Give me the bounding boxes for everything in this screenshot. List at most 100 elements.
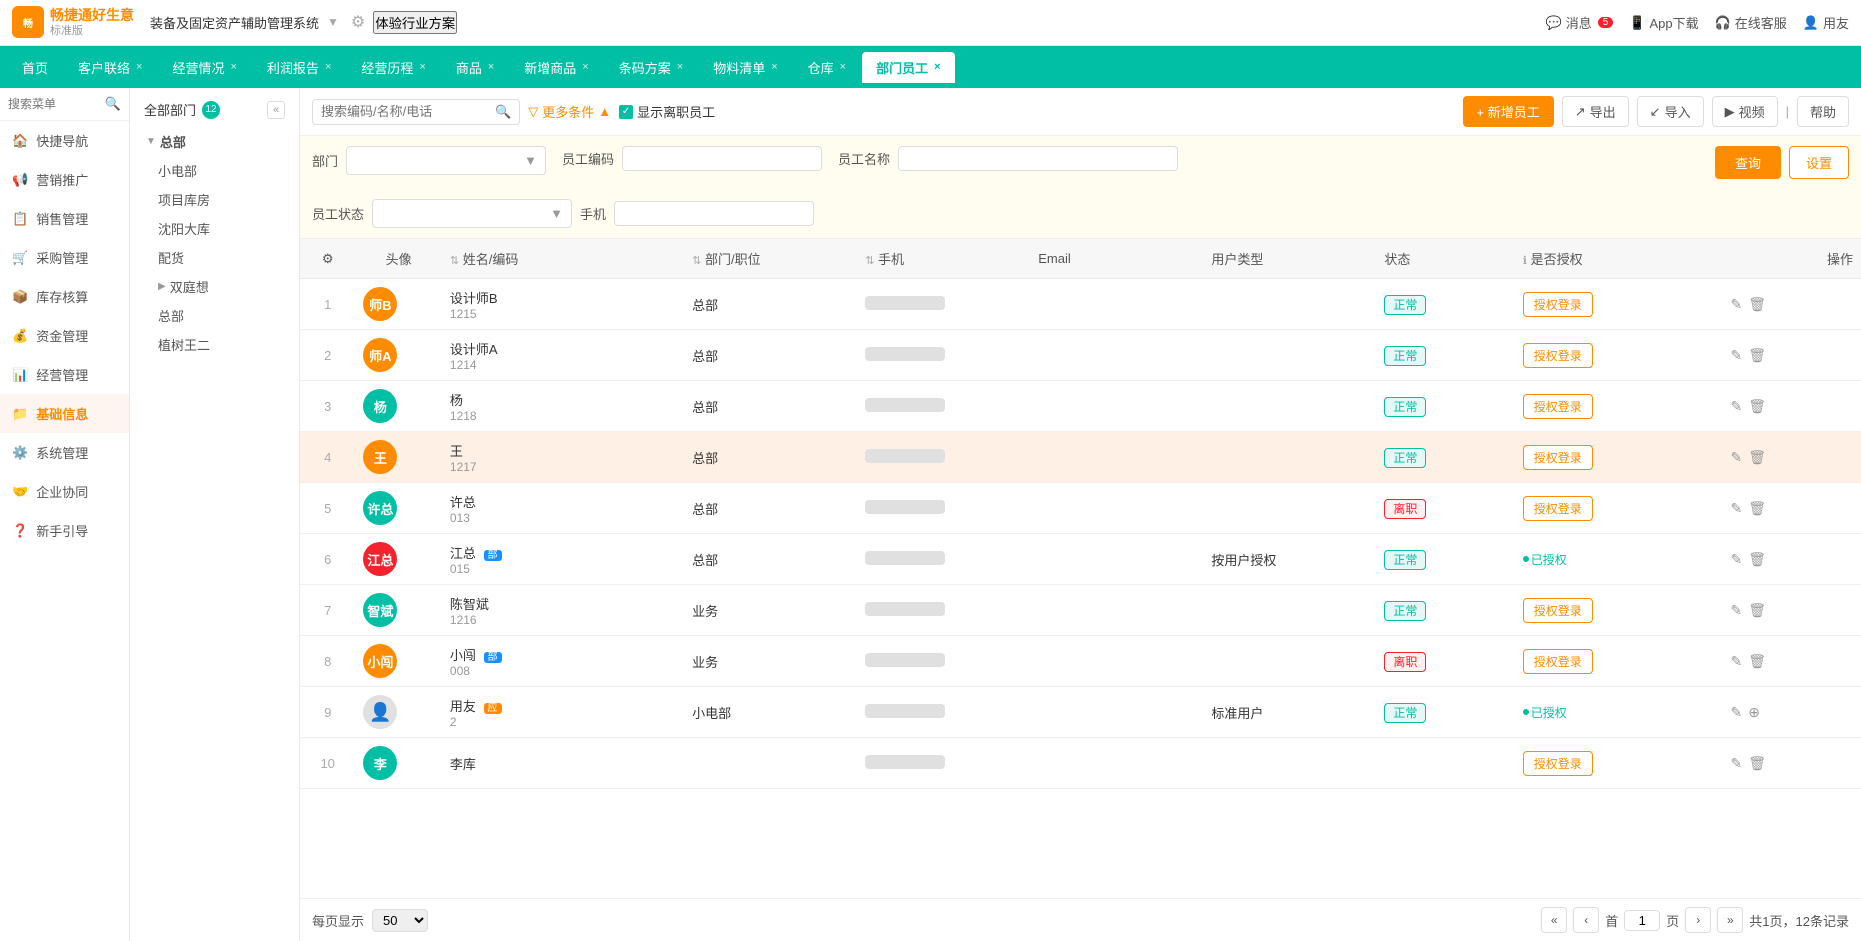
tab-employees[interactable]: 部门员工× (862, 52, 954, 83)
tab-goods-close[interactable]: × (488, 61, 494, 73)
filter-phone-input[interactable] (614, 201, 814, 226)
page-input[interactable] (1624, 910, 1660, 931)
tree-item-zongbu[interactable]: ▼ 总部 (138, 127, 291, 156)
first-page-btn[interactable]: « (1541, 907, 1567, 933)
tab-home[interactable]: 首页 (8, 52, 62, 83)
row7-auth-btn[interactable]: 授权登录 (1523, 598, 1593, 623)
row5-edit-icon[interactable]: ✎ (1730, 500, 1742, 517)
view-btn[interactable]: ▶ 视频 (1712, 96, 1778, 127)
row10-delete-icon[interactable]: 🗑 (1748, 755, 1766, 772)
row6-delete-icon[interactable]: 🗑 (1748, 551, 1766, 568)
row10-auth-btn[interactable]: 授权登录 (1523, 751, 1593, 776)
row4-delete-icon[interactable]: 🗑 (1748, 449, 1766, 466)
tree-item-shenyang[interactable]: 沈阳大库 (138, 214, 291, 243)
help-btn[interactable]: 帮助 (1797, 96, 1849, 127)
row5-delete-icon[interactable]: 🗑 (1748, 500, 1766, 517)
tab-profit[interactable]: 利润报告× (253, 52, 345, 83)
sidebar-item-management[interactable]: 📊 经营管理 (0, 355, 129, 394)
row4-edit-icon[interactable]: ✎ (1730, 449, 1742, 466)
search-input[interactable] (321, 104, 491, 119)
export-btn[interactable]: ↗ 导出 (1562, 96, 1629, 127)
row1-edit-icon[interactable]: ✎ (1730, 296, 1742, 313)
tree-item-peihuo[interactable]: 配货 (138, 243, 291, 272)
tree-collapse-btn[interactable]: « (267, 101, 285, 119)
message-btn[interactable]: 💬 消息 5 (1546, 13, 1614, 32)
sidebar-item-finance[interactable]: 💰 资金管理 (0, 316, 129, 355)
row7-delete-icon[interactable]: 🗑 (1748, 602, 1766, 619)
tab-warehouse-close[interactable]: × (840, 61, 846, 73)
tab-profit-close[interactable]: × (325, 61, 331, 73)
tab-bom-close[interactable]: × (771, 61, 777, 73)
set-btn[interactable]: 设置 (1789, 146, 1849, 179)
row3-edit-icon[interactable]: ✎ (1730, 398, 1742, 415)
sidebar-item-nav[interactable]: 🏠 快捷导航 (0, 121, 129, 160)
online-service-btn[interactable]: 🎧 在线客服 (1715, 13, 1787, 32)
tree-item-zongbu2[interactable]: 总部 (138, 301, 291, 330)
sidebar-item-collab[interactable]: 🤝 企业协同 (0, 472, 129, 511)
tab-operation-close[interactable]: × (230, 61, 236, 73)
sidebar-search-input[interactable] (8, 97, 105, 111)
more-filters-btn[interactable]: ▽ 更多条件 ▲ (528, 102, 611, 121)
search-icon[interactable]: 🔍 (495, 104, 511, 120)
tab-add-goods-close[interactable]: × (582, 61, 588, 73)
next-page-btn[interactable]: › (1685, 907, 1711, 933)
tab-history-close[interactable]: × (419, 61, 425, 73)
sidebar-item-basic[interactable]: 📁 基础信息 (0, 394, 129, 433)
filter-empname-input[interactable] (898, 146, 1178, 171)
row3-delete-icon[interactable]: 🗑 (1748, 398, 1766, 415)
sidebar-item-purchase[interactable]: 🛒 采购管理 (0, 238, 129, 277)
row1-delete-icon[interactable]: 🗑 (1748, 296, 1766, 313)
import-btn[interactable]: ↙ 导入 (1637, 96, 1704, 127)
filter-dept-select[interactable]: ▼ (346, 146, 546, 175)
tab-employees-close[interactable]: × (934, 61, 940, 73)
row8-edit-icon[interactable]: ✎ (1730, 653, 1742, 670)
row4-auth-btn[interactable]: 授权登录 (1523, 445, 1593, 470)
prev-page-btn[interactable]: ‹ (1573, 907, 1599, 933)
filter-empcode-input[interactable] (622, 146, 822, 171)
sidebar-item-system[interactable]: ⚙️ 系统管理 (0, 433, 129, 472)
row9-edit-icon[interactable]: ✎ (1730, 704, 1742, 721)
tab-barcode-close[interactable]: × (677, 61, 683, 73)
tab-history[interactable]: 经营历程× (347, 52, 439, 83)
col-phone[interactable]: ⇅ 手机 (857, 239, 1030, 279)
system-dropdown-icon[interactable]: ▼ (327, 15, 339, 29)
row3-auth-btn[interactable]: 授权登录 (1523, 394, 1593, 419)
last-page-btn[interactable]: » (1717, 907, 1743, 933)
tree-item-xiaodibu[interactable]: 小电部 (138, 156, 291, 185)
row2-auth-btn[interactable]: 授权登录 (1523, 343, 1593, 368)
tab-add-goods[interactable]: 新增商品× (510, 52, 602, 83)
add-employee-btn[interactable]: + 新增员工 (1463, 96, 1554, 127)
row1-auth-btn[interactable]: 授权登录 (1523, 292, 1593, 317)
row2-delete-icon[interactable]: 🗑 (1748, 347, 1766, 364)
settings-col-icon[interactable]: ⚙ (322, 251, 334, 266)
col-dept[interactable]: ⇅ 部门/职位 (684, 239, 857, 279)
row6-edit-icon[interactable]: ✎ (1730, 551, 1742, 568)
sidebar-item-marketing[interactable]: 📢 营销推广 (0, 160, 129, 199)
tree-item-zhishu[interactable]: 植树王二 (138, 330, 291, 359)
sidebar-item-sales[interactable]: 📋 销售管理 (0, 199, 129, 238)
sidebar-item-inventory[interactable]: 📦 库存核算 (0, 277, 129, 316)
filter-empstatus-select[interactable]: ▼ (372, 199, 572, 228)
col-name[interactable]: ⇅ 姓名/编码 (442, 239, 684, 279)
tab-barcode[interactable]: 条码方案× (605, 52, 697, 83)
settings-icon[interactable]: ⚙ (351, 12, 365, 32)
sidebar-item-guide[interactable]: ❓ 新手引导 (0, 511, 129, 550)
per-page-select[interactable]: 50 100 200 (372, 909, 428, 932)
row7-edit-icon[interactable]: ✎ (1730, 602, 1742, 619)
tab-bom[interactable]: 物料清单× (699, 52, 791, 83)
tab-customer[interactable]: 客户联络× (64, 52, 156, 83)
tree-item-xiangmu[interactable]: 项目库房 (138, 185, 291, 214)
query-btn[interactable]: 查询 (1715, 146, 1781, 179)
user-btn[interactable]: 👤 用友 (1803, 13, 1849, 32)
row8-auth-btn[interactable]: 授权登录 (1523, 649, 1593, 674)
row2-edit-icon[interactable]: ✎ (1730, 347, 1742, 364)
row9-copy-icon[interactable]: ⊕ (1748, 704, 1760, 721)
show-inactive-toggle[interactable]: ✓ 显示离职员工 (619, 102, 715, 121)
row5-auth-btn[interactable]: 授权登录 (1523, 496, 1593, 521)
tab-customer-close[interactable]: × (136, 61, 142, 73)
experience-btn[interactable]: 体验行业方案 (373, 11, 457, 34)
row8-delete-icon[interactable]: 🗑 (1748, 653, 1766, 670)
tree-item-shuangting[interactable]: ▶ 双庭想 (138, 272, 291, 301)
tab-operation[interactable]: 经营情况× (158, 52, 250, 83)
app-download-btn[interactable]: 📱 App下载 (1629, 13, 1698, 32)
